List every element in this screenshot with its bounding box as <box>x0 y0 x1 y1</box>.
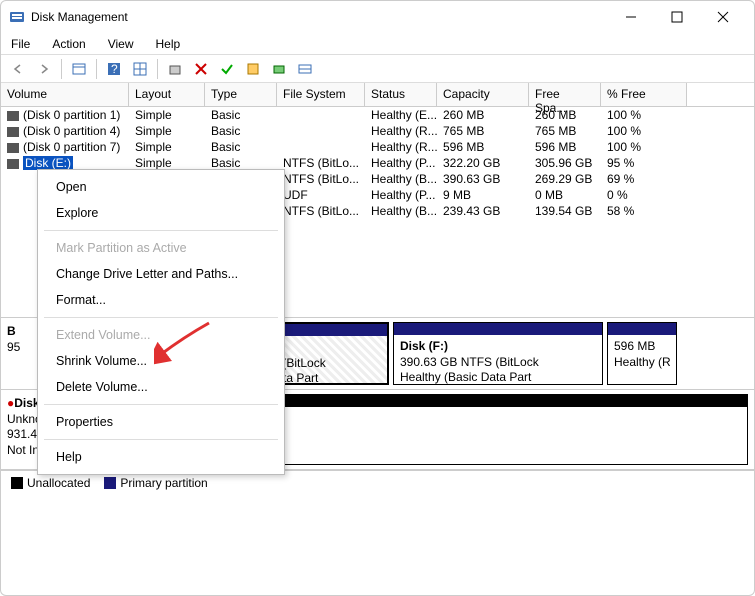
forward-button[interactable] <box>33 58 55 80</box>
col-status[interactable]: Status <box>365 83 437 106</box>
delete-button[interactable] <box>190 58 212 80</box>
svg-text:?: ? <box>111 62 118 76</box>
volume-row[interactable]: (Disk 0 partition 7)SimpleBasicHealthy (… <box>1 139 754 155</box>
volume-list-header: Volume Layout Type File System Status Ca… <box>1 83 754 107</box>
app-icon <box>9 9 25 25</box>
col-layout[interactable]: Layout <box>129 83 205 106</box>
context-menu: Open Explore Mark Partition as Active Ch… <box>37 169 285 475</box>
minimize-button[interactable] <box>608 1 654 33</box>
toolbar: ? <box>1 55 754 83</box>
back-button[interactable] <box>7 58 29 80</box>
volume-row[interactable]: (Disk 0 partition 4)SimpleBasicHealthy (… <box>1 123 754 139</box>
properties-button[interactable] <box>164 58 186 80</box>
ctx-change-letter[interactable]: Change Drive Letter and Paths... <box>38 261 284 287</box>
help-button[interactable]: ? <box>103 58 125 80</box>
ctx-delete[interactable]: Delete Volume... <box>38 374 284 400</box>
ctx-mark-active: Mark Partition as Active <box>38 235 284 261</box>
ctx-properties[interactable]: Properties <box>38 409 284 435</box>
list-button[interactable] <box>294 58 316 80</box>
window-title: Disk Management <box>31 10 608 24</box>
col-free[interactable]: Free Spa... <box>529 83 601 106</box>
close-button[interactable] <box>700 1 746 33</box>
ctx-format[interactable]: Format... <box>38 287 284 313</box>
layout-button[interactable] <box>129 58 151 80</box>
col-pctfree[interactable]: % Free <box>601 83 687 106</box>
disk0-partition[interactable]: 596 MBHealthy (R <box>607 322 677 385</box>
ctx-help[interactable]: Help <box>38 444 284 470</box>
action-button[interactable] <box>242 58 264 80</box>
menu-help[interactable]: Help <box>152 35 185 53</box>
col-filesystem[interactable]: File System <box>277 83 365 106</box>
col-type[interactable]: Type <box>205 83 277 106</box>
menubar: File Action View Help <box>1 33 754 55</box>
menu-view[interactable]: View <box>104 35 138 53</box>
col-capacity[interactable]: Capacity <box>437 83 529 106</box>
disk-button[interactable] <box>268 58 290 80</box>
check-button[interactable] <box>216 58 238 80</box>
menu-action[interactable]: Action <box>48 35 89 53</box>
menu-file[interactable]: File <box>7 35 34 53</box>
titlebar: Disk Management <box>1 1 754 33</box>
ctx-shrink[interactable]: Shrink Volume... <box>38 348 284 374</box>
ctx-extend: Extend Volume... <box>38 322 284 348</box>
maximize-button[interactable] <box>654 1 700 33</box>
disk0-partition[interactable]: Disk (F:)390.63 GB NTFS (BitLockHealthy … <box>393 322 603 385</box>
col-volume[interactable]: Volume <box>1 83 129 106</box>
show-hide-button[interactable] <box>68 58 90 80</box>
volume-row[interactable]: (Disk 0 partition 1)SimpleBasicHealthy (… <box>1 107 754 123</box>
ctx-explore[interactable]: Explore <box>38 200 284 226</box>
ctx-open[interactable]: Open <box>38 174 284 200</box>
